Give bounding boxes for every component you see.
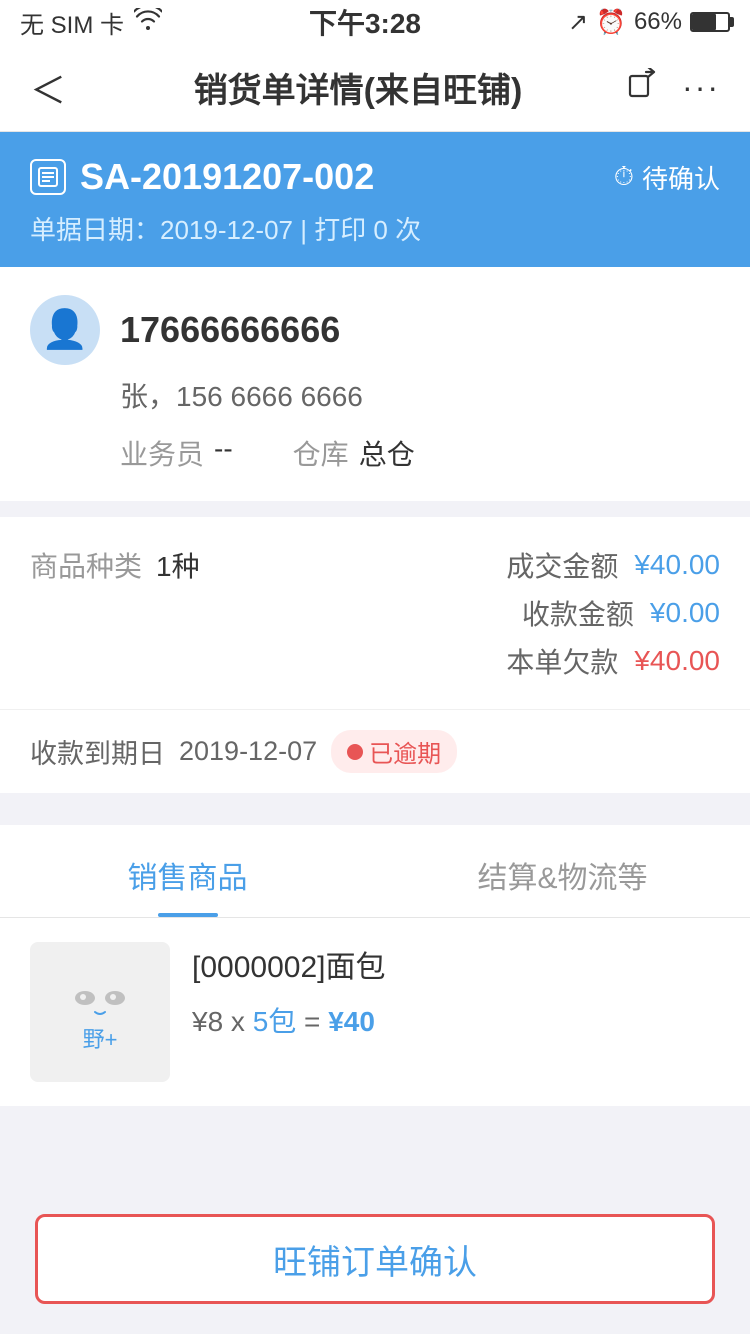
divider-1 <box>0 501 750 517</box>
order-header: SA-20191207-002 ⏱ 待确认 单据日期：2019-12-07 | … <box>0 132 750 267</box>
warehouse-item: 仓库 总仓 <box>293 433 415 473</box>
amount-row-2: 收款金额 ¥0.00 <box>522 593 720 633</box>
product-section: 野+ [0000002]面包 ¥8 x 5包 = ¥40 <box>0 918 750 1106</box>
amounts-area: 成交金额 ¥40.00 收款金额 ¥0.00 本单欠款 ¥40.00 <box>506 545 720 681</box>
status-bar: 无 SIM 卡 下午3:28 ↗ ⏰ 66% <box>0 0 750 44</box>
amount-label: 成交金额 <box>506 545 618 585</box>
order-id: SA-20191207-002 <box>30 156 374 198</box>
product-qty: 5包 <box>253 1006 297 1037</box>
due-date-label: 收款到期日 <box>30 732 165 771</box>
customer-phone: 17666666666 <box>120 309 340 351</box>
product-item: 野+ [0000002]面包 ¥8 x 5包 = ¥40 <box>30 942 720 1082</box>
back-button[interactable]: ＜ <box>30 62 90 114</box>
overdue-dot-icon <box>347 744 363 760</box>
amount-value: ¥40.00 <box>634 549 720 581</box>
page-title: 销货单详情(来自旺铺) <box>194 63 523 112</box>
receipt-value: ¥0.00 <box>650 597 720 629</box>
summary-section: 商品种类 1种 成交金额 ¥40.00 收款金额 ¥0.00 本单欠款 ¥40.… <box>0 517 750 709</box>
more-icon[interactable]: ··· <box>682 69 720 106</box>
alarm-icon: ⏰ <box>596 8 626 37</box>
location-icon: ↗ <box>568 8 588 37</box>
order-icon <box>30 159 66 195</box>
product-equals: = <box>296 1006 328 1037</box>
wifi-icon <box>134 8 162 37</box>
tabs-row: 销售商品 结算&物流等 <box>0 825 750 918</box>
battery-icon <box>690 12 730 32</box>
confirm-order-button[interactable]: 旺铺订单确认 <box>35 1214 715 1304</box>
product-logo: 野+ <box>60 970 140 1054</box>
salesrep-value: -- <box>214 433 233 473</box>
product-name: [0000002]面包 <box>192 942 720 986</box>
order-date: 单据日期：2019-12-07 | 打印 0 次 <box>30 210 720 247</box>
balance-label: 本单欠款 <box>506 641 618 681</box>
goods-type-area: 商品种类 1种 <box>30 545 200 585</box>
product-total: ¥40 <box>328 1006 375 1037</box>
summary-row: 商品种类 1种 成交金额 ¥40.00 收款金额 ¥0.00 本单欠款 ¥40.… <box>30 545 720 681</box>
amount-row-3: 本单欠款 ¥40.00 <box>506 641 720 681</box>
battery-percent: 66% <box>634 8 682 36</box>
status-bar-left: 无 SIM 卡 <box>20 5 162 40</box>
tabs-section: 销售商品 结算&物流等 野+ [0000 <box>0 825 750 1106</box>
tab-sales-goods[interactable]: 销售商品 <box>0 825 375 917</box>
product-price-row: ¥8 x 5包 = ¥40 <box>192 1000 720 1040</box>
clock-icon: ⏱ <box>614 161 634 193</box>
salesrep-label: 业务员 <box>120 433 204 473</box>
warehouse-label: 仓库 <box>293 433 349 473</box>
person-icon: 👤 <box>41 308 88 352</box>
warehouse-value: 总仓 <box>359 433 415 473</box>
salesrep-item: 业务员 -- <box>120 433 233 473</box>
customer-meta: 业务员 -- 仓库 总仓 <box>120 433 720 473</box>
order-id-row: SA-20191207-002 ⏱ 待确认 <box>30 156 720 198</box>
nav-actions: ··· <box>626 68 720 108</box>
receipt-label: 收款金额 <box>522 593 634 633</box>
overdue-badge: 已逾期 <box>331 730 457 773</box>
product-price: ¥8 x <box>192 1006 253 1037</box>
share-icon[interactable] <box>626 68 658 108</box>
status-bar-time: 下午3:28 <box>309 2 421 42</box>
customer-row: 👤 17666666666 <box>30 295 720 365</box>
goods-type-label: 商品种类 <box>30 545 142 585</box>
carrier-text: 无 SIM 卡 <box>20 5 124 40</box>
order-status: ⏱ 待确认 <box>614 159 720 196</box>
avatar: 👤 <box>30 295 100 365</box>
amount-row-1: 成交金额 ¥40.00 <box>506 545 720 585</box>
due-date-value: 2019-12-07 <box>179 736 317 767</box>
customer-name-phone: 张，156 6666 6666 <box>120 375 720 415</box>
product-info: [0000002]面包 ¥8 x 5包 = ¥40 <box>192 942 720 1040</box>
due-date-section: 收款到期日 2019-12-07 已逾期 <box>0 709 750 793</box>
divider-2 <box>0 793 750 809</box>
tab-settlement-logistics[interactable]: 结算&物流等 <box>375 825 750 917</box>
overdue-text: 已逾期 <box>369 734 441 769</box>
confirm-button-wrap: 旺铺订单确认 <box>35 1214 715 1304</box>
product-thumbnail: 野+ <box>30 942 170 1082</box>
goods-type-value: 1种 <box>156 545 200 585</box>
status-bar-right: ↗ ⏰ 66% <box>568 8 730 37</box>
balance-value: ¥40.00 <box>634 645 720 677</box>
customer-section: 👤 17666666666 张，156 6666 6666 业务员 -- 仓库 … <box>0 267 750 501</box>
nav-bar: ＜ 销货单详情(来自旺铺) ··· <box>0 44 750 132</box>
